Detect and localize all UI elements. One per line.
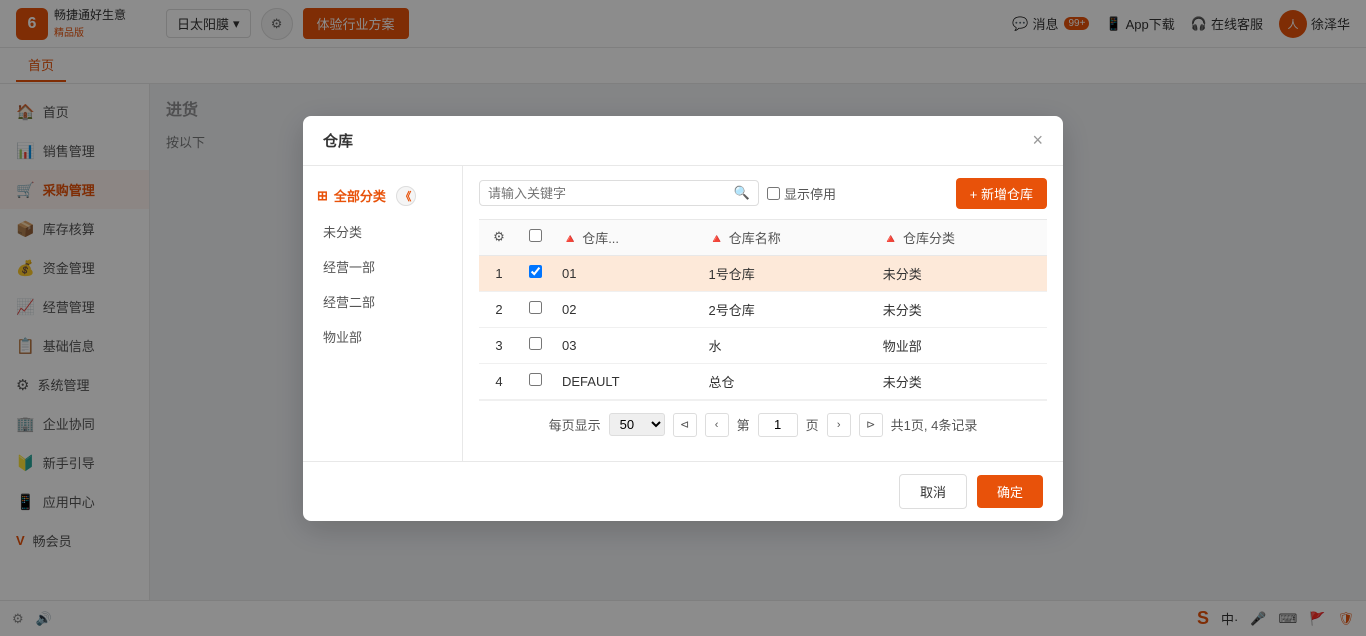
- category-unclassified[interactable]: 未分类: [303, 214, 462, 249]
- warehouse-table: ⚙ 🔺仓库... 🔺仓库名称 🔺仓库分类 1 01 1号仓库 未分类 2: [479, 219, 1047, 400]
- row-checkbox[interactable]: [529, 337, 542, 350]
- modal-body: ⊞ 全部分类 《 未分类 经营一部 经营二部 物业部: [303, 166, 1063, 461]
- search-icon[interactable]: 🔍: [734, 185, 750, 201]
- row-code: DEFAULT: [552, 363, 699, 399]
- col-settings[interactable]: ⚙: [479, 219, 519, 255]
- category-operations2-label: 经营二部: [323, 295, 375, 310]
- next-page-button[interactable]: ›: [827, 413, 851, 437]
- first-page-button[interactable]: ⊲: [673, 413, 697, 437]
- modal-sidebar: ⊞ 全部分类 《 未分类 经营一部 经营二部 物业部: [303, 166, 463, 461]
- row-checkbox[interactable]: [529, 301, 542, 314]
- per-page-select[interactable]: 50 100 200: [609, 413, 665, 436]
- cancel-button[interactable]: 取消: [899, 474, 967, 509]
- pagination: 每页显示 50 100 200 ⊲ ‹ 第 页 › ⊳ 共1页, 4条记录: [479, 400, 1047, 449]
- total-label: 共1页, 4条记录: [891, 415, 978, 434]
- sort-icon-code: 🔺: [562, 231, 578, 246]
- category-all[interactable]: ⊞ 全部分类 《: [303, 178, 462, 214]
- row-checkbox-cell[interactable]: [519, 363, 552, 399]
- show-disabled-label[interactable]: 显示停用: [767, 184, 836, 203]
- add-warehouse-button[interactable]: + 新增仓库: [956, 178, 1047, 209]
- row-checkbox-cell[interactable]: [519, 327, 552, 363]
- row-num: 4: [479, 363, 519, 399]
- row-category: 物业部: [873, 327, 1047, 363]
- search-box: 🔍: [479, 180, 759, 206]
- per-page-label: 每页显示: [549, 415, 601, 434]
- category-operations1[interactable]: 经营一部: [303, 249, 462, 284]
- col-category-header[interactable]: 🔺仓库分类: [873, 219, 1047, 255]
- modal-close-button[interactable]: ×: [1032, 130, 1043, 151]
- modal-title: 仓库: [323, 130, 353, 151]
- grid-icon: ⊞: [317, 188, 328, 204]
- table-row[interactable]: 2 02 2号仓库 未分类: [479, 291, 1047, 327]
- modal-overlay: 仓库 × ⊞ 全部分类 《 未分类 经营一部 经营二部: [0, 0, 1366, 636]
- category-property-label: 物业部: [323, 330, 362, 345]
- prev-page-button[interactable]: ‹: [705, 413, 729, 437]
- row-num: 2: [479, 291, 519, 327]
- category-property[interactable]: 物业部: [303, 319, 462, 354]
- table-header-row: ⚙ 🔺仓库... 🔺仓库名称 🔺仓库分类: [479, 219, 1047, 255]
- modal-footer: 取消 确定: [303, 461, 1063, 521]
- page-label: 页: [806, 415, 819, 434]
- category-all-label: 全部分类: [334, 186, 386, 205]
- modal-main: 🔍 显示停用 + 新增仓库 ⚙: [463, 166, 1063, 461]
- show-disabled-checkbox[interactable]: [767, 187, 780, 200]
- row-checkbox[interactable]: [529, 373, 542, 386]
- row-code: 01: [552, 255, 699, 291]
- row-name: 水: [699, 327, 873, 363]
- sort-icon-category: 🔺: [883, 231, 899, 246]
- row-checkbox[interactable]: [529, 265, 542, 278]
- row-name: 总仓: [699, 363, 873, 399]
- row-num: 3: [479, 327, 519, 363]
- category-operations1-label: 经营一部: [323, 260, 375, 275]
- col-code-header[interactable]: 🔺仓库...: [552, 219, 699, 255]
- row-name: 1号仓库: [699, 255, 873, 291]
- category-unclassified-label: 未分类: [323, 225, 362, 240]
- modal-header: 仓库 ×: [303, 116, 1063, 166]
- last-page-button[interactable]: ⊳: [859, 413, 883, 437]
- table-row[interactable]: 4 DEFAULT 总仓 未分类: [479, 363, 1047, 399]
- table-body: 1 01 1号仓库 未分类 2 02 2号仓库 未分类 3 03 水 物业部 4…: [479, 255, 1047, 399]
- row-name: 2号仓库: [699, 291, 873, 327]
- row-checkbox-cell[interactable]: [519, 291, 552, 327]
- modal: 仓库 × ⊞ 全部分类 《 未分类 经营一部 经营二部: [303, 116, 1063, 521]
- row-checkbox-cell[interactable]: [519, 255, 552, 291]
- page-text: 第: [737, 415, 750, 434]
- row-category: 未分类: [873, 255, 1047, 291]
- row-code: 02: [552, 291, 699, 327]
- row-code: 03: [552, 327, 699, 363]
- page-number-input[interactable]: [758, 413, 798, 437]
- col-name-header[interactable]: 🔺仓库名称: [699, 219, 873, 255]
- confirm-button[interactable]: 确定: [977, 475, 1043, 508]
- sort-icon-name: 🔺: [709, 231, 725, 246]
- search-input[interactable]: [488, 186, 734, 201]
- row-category: 未分类: [873, 291, 1047, 327]
- table-row[interactable]: 1 01 1号仓库 未分类: [479, 255, 1047, 291]
- category-operations2[interactable]: 经营二部: [303, 284, 462, 319]
- row-num: 1: [479, 255, 519, 291]
- select-all-checkbox[interactable]: [529, 229, 542, 242]
- table-row[interactable]: 3 03 水 物业部: [479, 327, 1047, 363]
- col-checkbox-header[interactable]: [519, 219, 552, 255]
- collapse-button[interactable]: 《: [396, 186, 416, 206]
- table-container: ⚙ 🔺仓库... 🔺仓库名称 🔺仓库分类 1 01 1号仓库 未分类 2: [479, 219, 1047, 400]
- row-category: 未分类: [873, 363, 1047, 399]
- modal-toolbar: 🔍 显示停用 + 新增仓库: [479, 178, 1047, 209]
